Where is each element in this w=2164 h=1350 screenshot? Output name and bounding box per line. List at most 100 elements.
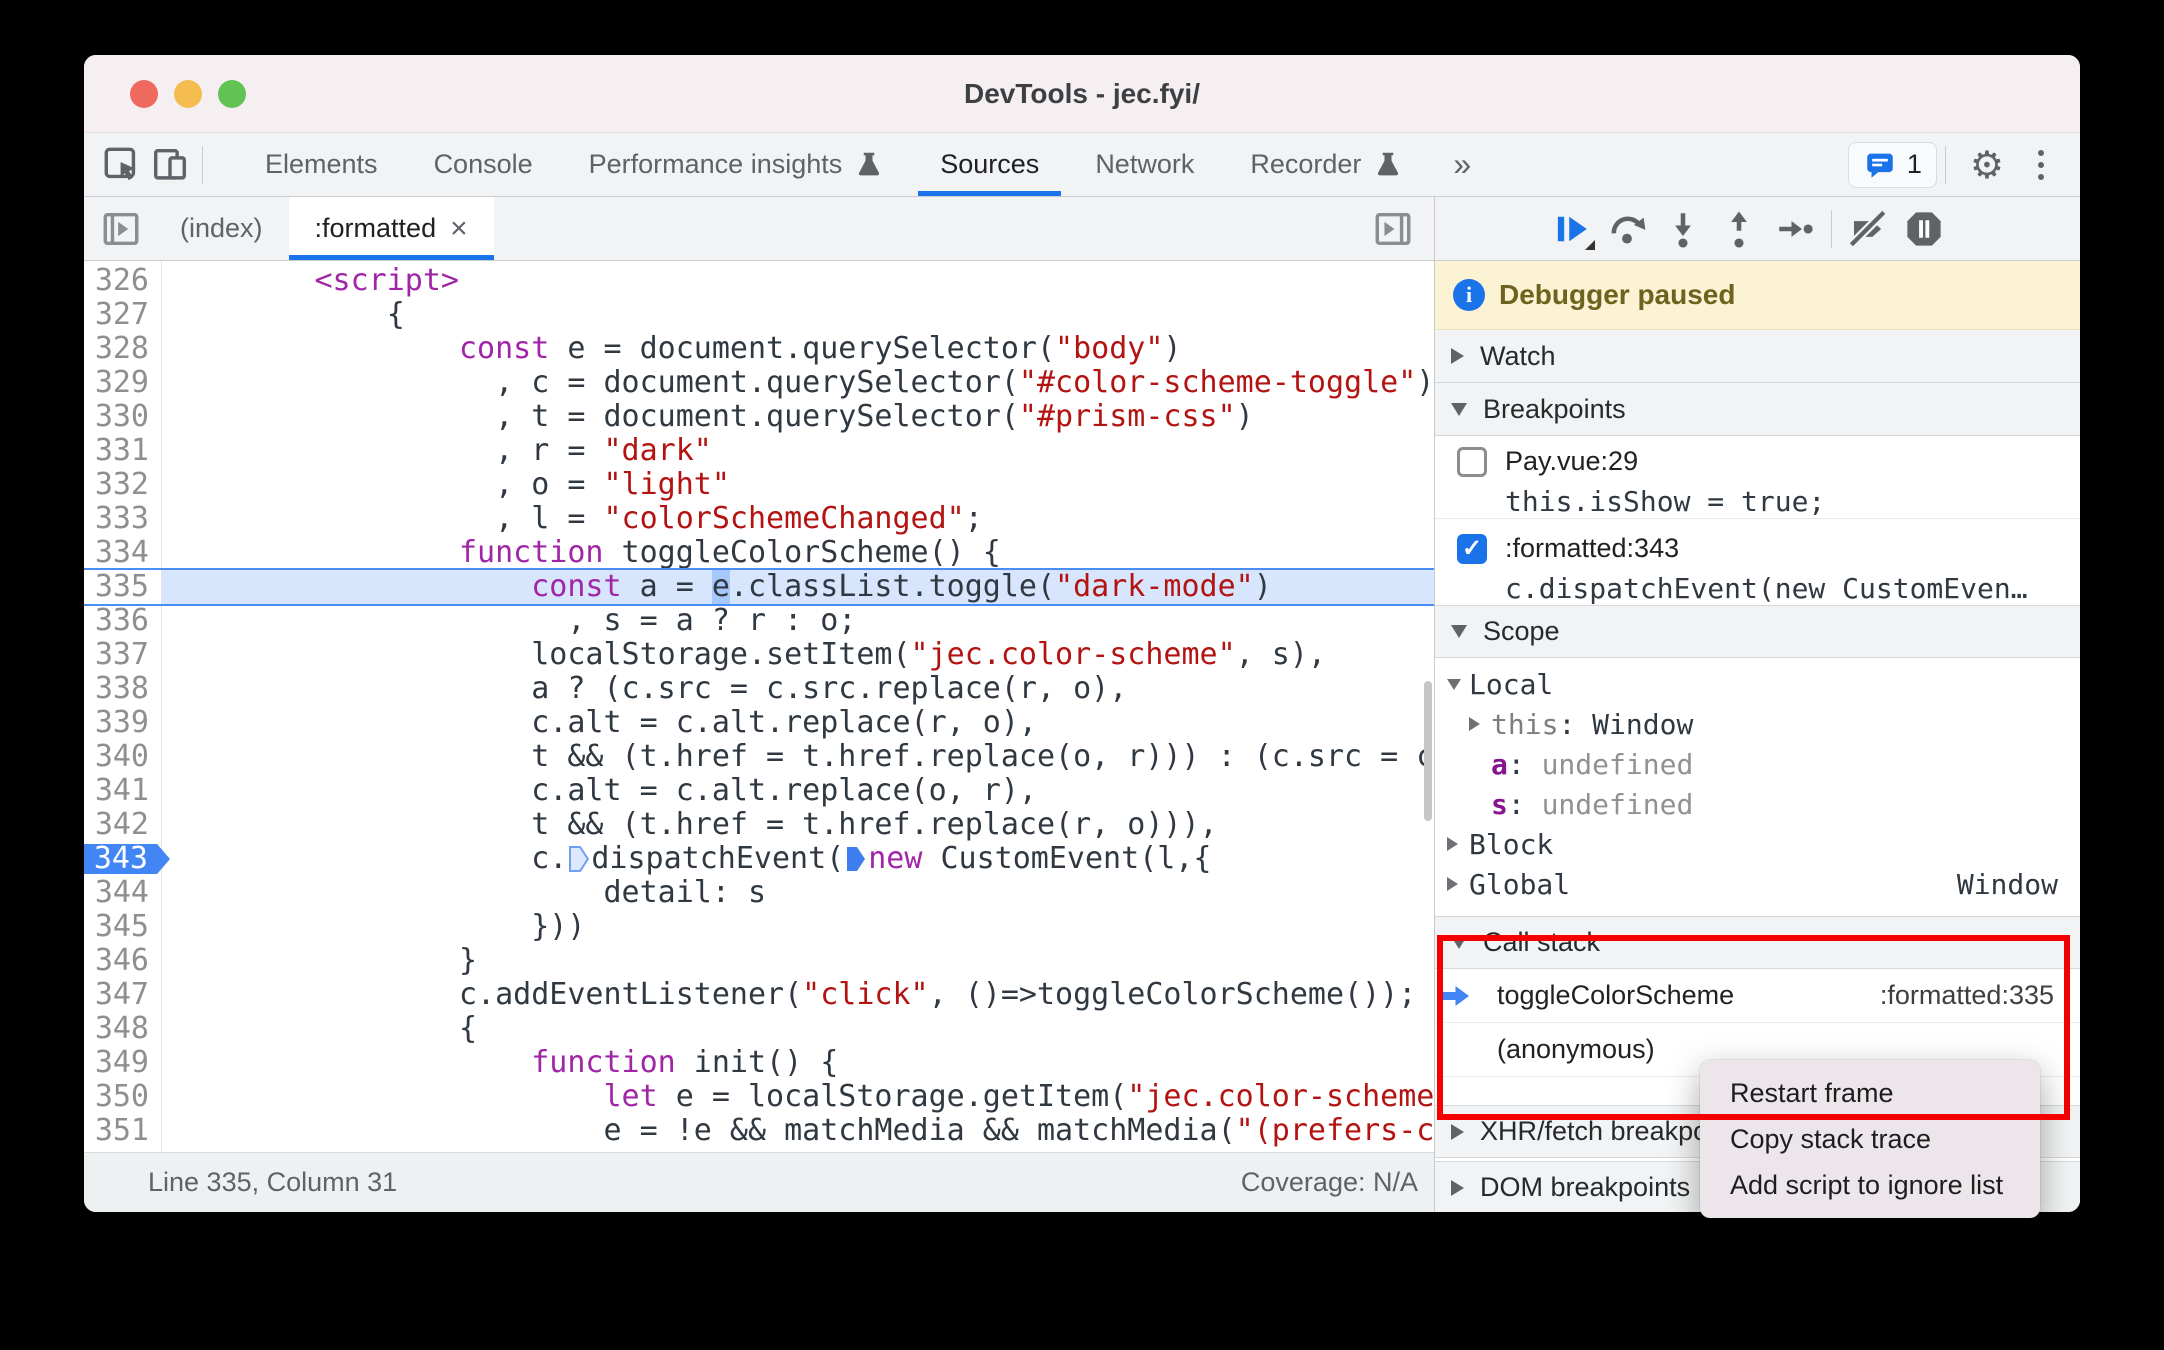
line-number[interactable]: 338 xyxy=(84,672,162,706)
line-number[interactable]: 335 xyxy=(84,570,162,604)
line-number[interactable]: 345 xyxy=(84,910,162,944)
step-into-button[interactable] xyxy=(1655,205,1711,253)
code-line-337[interactable]: 337 localStorage.setItem("jec.color-sche… xyxy=(84,638,1434,672)
line-number[interactable]: 348 xyxy=(84,1012,162,1046)
line-number[interactable]: 347 xyxy=(84,978,162,1012)
line-number[interactable]: 346 xyxy=(84,944,162,978)
code-line-334[interactable]: 334 function toggleColorScheme() { xyxy=(84,536,1434,570)
code-line-349[interactable]: 349 function init() { xyxy=(84,1046,1434,1080)
continue-to-marker-icon[interactable] xyxy=(569,845,590,873)
line-number[interactable]: 341 xyxy=(84,774,162,808)
scope-group-local[interactable]: Local xyxy=(1435,664,2080,704)
breakpoint-checkbox[interactable]: ✓ xyxy=(1457,533,1487,564)
editor-scrollbar[interactable] xyxy=(1424,681,1432,821)
more-tabs-button[interactable]: » xyxy=(1431,146,1493,183)
line-number[interactable]: 336 xyxy=(84,604,162,638)
line-number[interactable]: 327 xyxy=(84,298,162,332)
close-tab-icon[interactable]: × xyxy=(450,212,468,246)
tab-sources[interactable]: Sources xyxy=(912,133,1067,196)
code-line-336[interactable]: 336 , s = a ? r : o; xyxy=(84,604,1434,638)
inspect-element-button[interactable] xyxy=(98,141,146,189)
step-button[interactable] xyxy=(1767,205,1823,253)
line-number[interactable]: 340 xyxy=(84,740,162,774)
line-number[interactable]: 337 xyxy=(84,638,162,672)
line-number[interactable]: 350 xyxy=(84,1080,162,1114)
code-line-330[interactable]: 330 , t = document.querySelector("#prism… xyxy=(84,400,1434,434)
section-call-stack[interactable]: Call stack xyxy=(1435,916,2080,969)
breakpoint-checkbox[interactable] xyxy=(1457,446,1487,477)
code-text: t && (t.href = t.href.replace(o, r))) : … xyxy=(531,740,1434,774)
file-tab-formatted[interactable]: :formatted × xyxy=(288,197,494,260)
deactivate-breakpoints-button[interactable] xyxy=(1840,205,1896,253)
line-number[interactable]: 332 xyxy=(84,468,162,502)
step-over-button[interactable] xyxy=(1599,205,1655,253)
code-line-333[interactable]: 333 , l = "colorSchemeChanged"; xyxy=(84,502,1434,536)
show-debugger-panel-icon[interactable] xyxy=(1370,206,1416,252)
scope-group-global[interactable]: Global Window xyxy=(1435,864,2080,904)
device-toolbar-button[interactable] xyxy=(146,141,194,189)
line-number[interactable]: 333 xyxy=(84,502,162,536)
tab-performance-insights[interactable]: Performance insights xyxy=(561,133,913,196)
breakpoint-entry[interactable]: ✓:formatted:343 c.dispatchEvent(new Custo… xyxy=(1435,518,2080,605)
context-menu-item-copy-stack-trace[interactable]: Copy stack trace xyxy=(1700,1116,2040,1162)
show-navigator-icon[interactable] xyxy=(98,206,144,252)
settings-gear-icon[interactable]: ⚙ xyxy=(1954,146,2020,184)
code-line-335[interactable]: 335 const a = e.classList.toggle("dark-m… xyxy=(84,568,1434,606)
line-number[interactable]: 351 xyxy=(84,1114,162,1148)
code-line-347[interactable]: 347 c.addEventListener("click", ()=>togg… xyxy=(84,978,1434,1012)
line-number[interactable]: 339 xyxy=(84,706,162,740)
tab-elements[interactable]: Elements xyxy=(237,133,406,196)
more-options-menu-icon[interactable] xyxy=(2020,149,2062,180)
scope-group-block[interactable]: Block xyxy=(1435,824,2080,864)
tab-network[interactable]: Network xyxy=(1067,133,1222,196)
code-line-340[interactable]: 340 t && (t.href = t.href.replace(o, r))… xyxy=(84,740,1434,774)
code-line-328[interactable]: 328 const e = document.querySelector("bo… xyxy=(84,332,1434,366)
code-line-346[interactable]: 346 } xyxy=(84,944,1434,978)
line-number[interactable]: 344 xyxy=(84,876,162,910)
issues-counter-button[interactable]: 1 xyxy=(1847,141,1937,188)
code-line-343[interactable]: 343 c. dispatchEvent(new CustomEvent(l,{ xyxy=(84,842,1434,876)
code-line-326[interactable]: 326 <script> xyxy=(84,264,1434,298)
line-number[interactable]: 330 xyxy=(84,400,162,434)
call-stack-frame[interactable]: toggleColorScheme:formatted:335 xyxy=(1435,969,2080,1023)
code-line-339[interactable]: 339 c.alt = c.alt.replace(r, o), xyxy=(84,706,1434,740)
context-menu-item-add-script-to-ignore-list[interactable]: Add script to ignore list xyxy=(1700,1162,2040,1208)
code-line-331[interactable]: 331 , r = "dark" xyxy=(84,434,1434,468)
scope-variable-a[interactable]: a: undefined xyxy=(1435,744,2080,784)
resume-script-button[interactable] xyxy=(1543,205,1599,253)
line-number[interactable]: 326 xyxy=(84,264,162,298)
breakpoint-entry[interactable]: Pay.vue:29 this.isShow = true; xyxy=(1435,436,2080,518)
code-line-341[interactable]: 341 c.alt = c.alt.replace(o, r), xyxy=(84,774,1434,808)
code-line-342[interactable]: 342 t && (t.href = t.href.replace(r, o))… xyxy=(84,808,1434,842)
section-scope[interactable]: Scope xyxy=(1435,605,2080,658)
tab-recorder[interactable]: Recorder xyxy=(1222,133,1431,196)
code-line-351[interactable]: 351 e = !e && matchMedia && matchMedia("… xyxy=(84,1114,1434,1148)
section-watch[interactable]: Watch xyxy=(1435,330,2080,383)
line-number[interactable]: 349 xyxy=(84,1046,162,1080)
code-line-348[interactable]: 348 { xyxy=(84,1012,1434,1046)
context-menu-item-restart-frame[interactable]: Restart frame xyxy=(1700,1070,2040,1116)
current-position-marker-icon[interactable] xyxy=(846,845,866,873)
code-line-338[interactable]: 338 a ? (c.src = c.src.replace(r, o), xyxy=(84,672,1434,706)
line-number[interactable]: 342 xyxy=(84,808,162,842)
tab-console[interactable]: Console xyxy=(406,133,561,196)
code-line-350[interactable]: 350 let e = localStorage.getItem("jec.co… xyxy=(84,1080,1434,1114)
file-tab-index[interactable]: (index) xyxy=(154,197,289,260)
pause-on-exceptions-button[interactable] xyxy=(1896,205,1952,253)
code-editor[interactable]: 326 <script> 327 {328 const e = document.… xyxy=(84,261,1434,1152)
line-number[interactable]: 331 xyxy=(84,434,162,468)
code-line-329[interactable]: 329 , c = document.querySelector("#color… xyxy=(84,366,1434,400)
code-line-344[interactable]: 344 detail: s xyxy=(84,876,1434,910)
line-number[interactable]: 329 xyxy=(84,366,162,400)
line-number[interactable]: 334 xyxy=(84,536,162,570)
code-line-332[interactable]: 332 , o = "light" xyxy=(84,468,1434,502)
scope-variable-this[interactable]: this: Window xyxy=(1435,704,2080,744)
code-line-345[interactable]: 345 })) xyxy=(84,910,1434,944)
breakpoint-flag[interactable]: 343 xyxy=(84,844,170,874)
section-breakpoints[interactable]: Breakpoints xyxy=(1435,383,2080,436)
step-out-button[interactable] xyxy=(1711,205,1767,253)
scope-variable-s[interactable]: s: undefined xyxy=(1435,784,2080,824)
code-line-327[interactable]: 327 { xyxy=(84,298,1434,332)
line-number[interactable]: 343 xyxy=(84,842,170,876)
line-number[interactable]: 328 xyxy=(84,332,162,366)
